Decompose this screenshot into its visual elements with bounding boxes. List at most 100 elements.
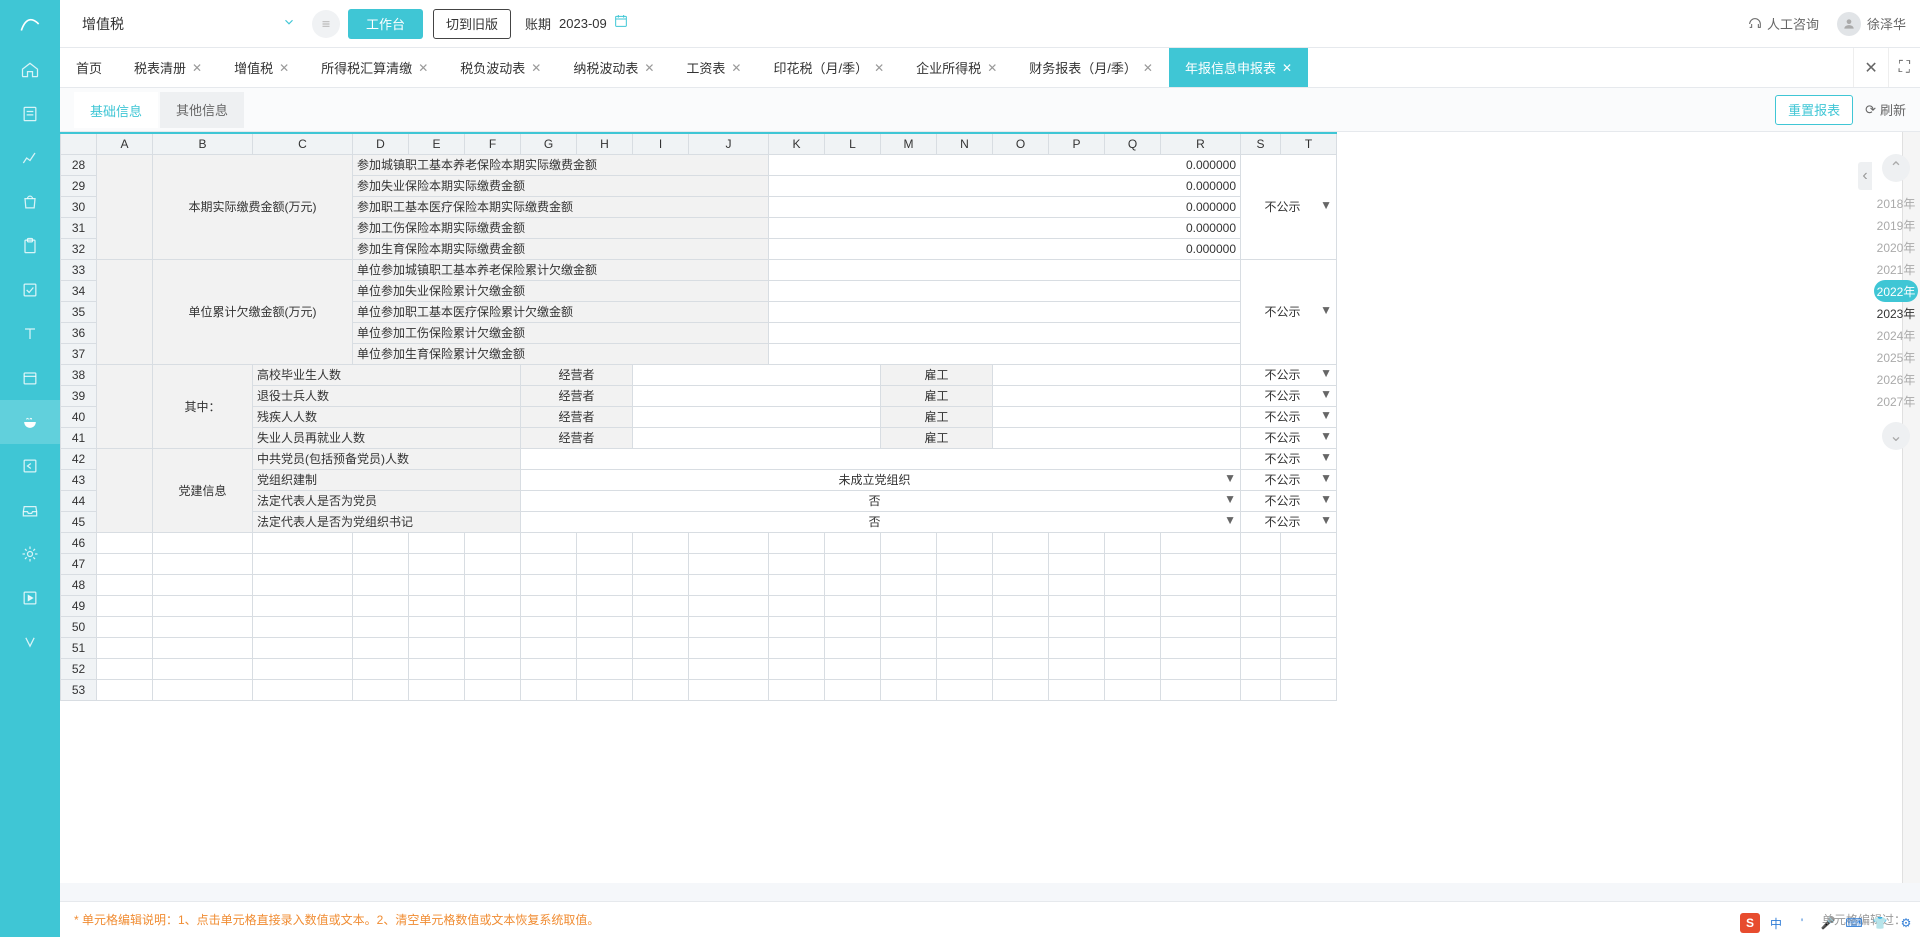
tab-4[interactable]: 税负波动表✕	[444, 48, 557, 87]
dropdown-arrow-icon[interactable]: ▼	[1224, 513, 1236, 527]
nav-check-icon[interactable]	[0, 268, 60, 312]
cell-a-g1[interactable]	[97, 154, 153, 259]
cell-K53[interactable]	[769, 679, 825, 700]
cell-O49[interactable]	[993, 595, 1049, 616]
cell-J46[interactable]	[689, 532, 769, 553]
tab-0[interactable]: 首页	[60, 48, 118, 87]
cell-B46[interactable]	[153, 532, 253, 553]
tab-3[interactable]: 所得税汇算清缴✕	[305, 48, 444, 87]
cell-P48[interactable]	[1049, 574, 1105, 595]
cell-Q46[interactable]	[1105, 532, 1161, 553]
nav-play-icon[interactable]	[0, 576, 60, 620]
close-icon[interactable]: ✕	[192, 61, 202, 75]
col-header-Q[interactable]: Q	[1105, 133, 1161, 154]
cell-A46[interactable]	[97, 532, 153, 553]
dropdown-arrow-icon[interactable]: ▼	[1224, 471, 1236, 485]
cell-Q51[interactable]	[1105, 637, 1161, 658]
g1-row-2-value[interactable]: 0.000000	[769, 196, 1241, 217]
row-header-30[interactable]: 30	[61, 196, 97, 217]
cell-S50[interactable]	[1241, 616, 1281, 637]
cell-I47[interactable]	[633, 553, 689, 574]
col-header-P[interactable]: P	[1049, 133, 1105, 154]
cell-J52[interactable]	[689, 658, 769, 679]
g2-row-1-label[interactable]: 单位参加失业保险累计欠缴金额	[353, 280, 769, 301]
g4-row-0-val[interactable]	[521, 448, 1241, 469]
cell-G50[interactable]	[521, 616, 577, 637]
year-down-icon[interactable]: ⌄	[1882, 422, 1910, 450]
subtab-0[interactable]: 基础信息	[74, 92, 158, 128]
cell-A51[interactable]	[97, 637, 153, 658]
g4-row-1-val[interactable]: 未成立党组织▼	[521, 469, 1241, 490]
cell-T48[interactable]	[1281, 574, 1337, 595]
cell-R49[interactable]	[1161, 595, 1241, 616]
cell-F47[interactable]	[465, 553, 521, 574]
g3-row-0-col2[interactable]: 雇工	[881, 364, 993, 385]
g2-row-1-value[interactable]	[769, 280, 1241, 301]
g3-row-3-col1[interactable]: 经营者	[521, 427, 633, 448]
year-2020年[interactable]: 2020年	[1874, 236, 1918, 258]
cell-C53[interactable]	[253, 679, 353, 700]
col-header-S[interactable]: S	[1241, 133, 1281, 154]
g1-publish[interactable]: 不公示▼	[1241, 154, 1337, 259]
cell-C51[interactable]	[253, 637, 353, 658]
close-icon[interactable]: ✕	[1143, 61, 1153, 75]
close-icon[interactable]: ✕	[644, 61, 654, 75]
cell-B52[interactable]	[153, 658, 253, 679]
cell-A48[interactable]	[97, 574, 153, 595]
cell-O46[interactable]	[993, 532, 1049, 553]
g2-row-4-label[interactable]: 单位参加生育保险累计欠缴金额	[353, 343, 769, 364]
row-header-35[interactable]: 35	[61, 301, 97, 322]
dropdown-arrow-icon[interactable]: ▼	[1320, 366, 1332, 380]
cell-F49[interactable]	[465, 595, 521, 616]
row-header-49[interactable]: 49	[61, 595, 97, 616]
cell-B49[interactable]	[153, 595, 253, 616]
cell-A49[interactable]	[97, 595, 153, 616]
cell-L52[interactable]	[825, 658, 881, 679]
cell-M52[interactable]	[881, 658, 937, 679]
g3-row-0-val2[interactable]	[993, 364, 1241, 385]
row-header-47[interactable]: 47	[61, 553, 97, 574]
cell-I53[interactable]	[633, 679, 689, 700]
help-button[interactable]: 人工咨询	[1747, 14, 1819, 33]
cell-K47[interactable]	[769, 553, 825, 574]
row-header-40[interactable]: 40	[61, 406, 97, 427]
g4-row-2-pub[interactable]: 不公示▼	[1241, 490, 1337, 511]
row-header-32[interactable]: 32	[61, 238, 97, 259]
row-header-51[interactable]: 51	[61, 637, 97, 658]
year-rail-collapse-icon[interactable]: ‹	[1858, 162, 1872, 190]
row-header-53[interactable]: 53	[61, 679, 97, 700]
cell-H46[interactable]	[577, 532, 633, 553]
cell-D51[interactable]	[353, 637, 409, 658]
cell-K51[interactable]	[769, 637, 825, 658]
cell-L50[interactable]	[825, 616, 881, 637]
row-header-41[interactable]: 41	[61, 427, 97, 448]
cell-E46[interactable]	[409, 532, 465, 553]
g3-row-2-val1[interactable]	[633, 406, 881, 427]
year-2026年[interactable]: 2026年	[1874, 368, 1918, 390]
cell-Q53[interactable]	[1105, 679, 1161, 700]
row-header-46[interactable]: 46	[61, 532, 97, 553]
cell-M53[interactable]	[881, 679, 937, 700]
year-2027年[interactable]: 2027年	[1874, 390, 1918, 412]
cell-B48[interactable]	[153, 574, 253, 595]
col-header-E[interactable]: E	[409, 133, 465, 154]
cell-I49[interactable]	[633, 595, 689, 616]
cell-C47[interactable]	[253, 553, 353, 574]
cell-K49[interactable]	[769, 595, 825, 616]
cell-a-g3[interactable]	[97, 364, 153, 448]
col-header-K[interactable]: K	[769, 133, 825, 154]
cell-A53[interactable]	[97, 679, 153, 700]
cell-L46[interactable]	[825, 532, 881, 553]
cell-T53[interactable]	[1281, 679, 1337, 700]
cell-D46[interactable]	[353, 532, 409, 553]
cell-L51[interactable]	[825, 637, 881, 658]
nav-chart-icon[interactable]	[0, 136, 60, 180]
g1-row-3-label[interactable]: 参加工伤保险本期实际缴费金额	[353, 217, 769, 238]
cell-B51[interactable]	[153, 637, 253, 658]
dropdown-arrow-icon[interactable]: ▼	[1320, 471, 1332, 485]
dropdown-arrow-icon[interactable]: ▼	[1320, 303, 1332, 317]
g3-row-0-col1[interactable]: 经营者	[521, 364, 633, 385]
cell-D49[interactable]	[353, 595, 409, 616]
row-header-38[interactable]: 38	[61, 364, 97, 385]
cell-T49[interactable]	[1281, 595, 1337, 616]
